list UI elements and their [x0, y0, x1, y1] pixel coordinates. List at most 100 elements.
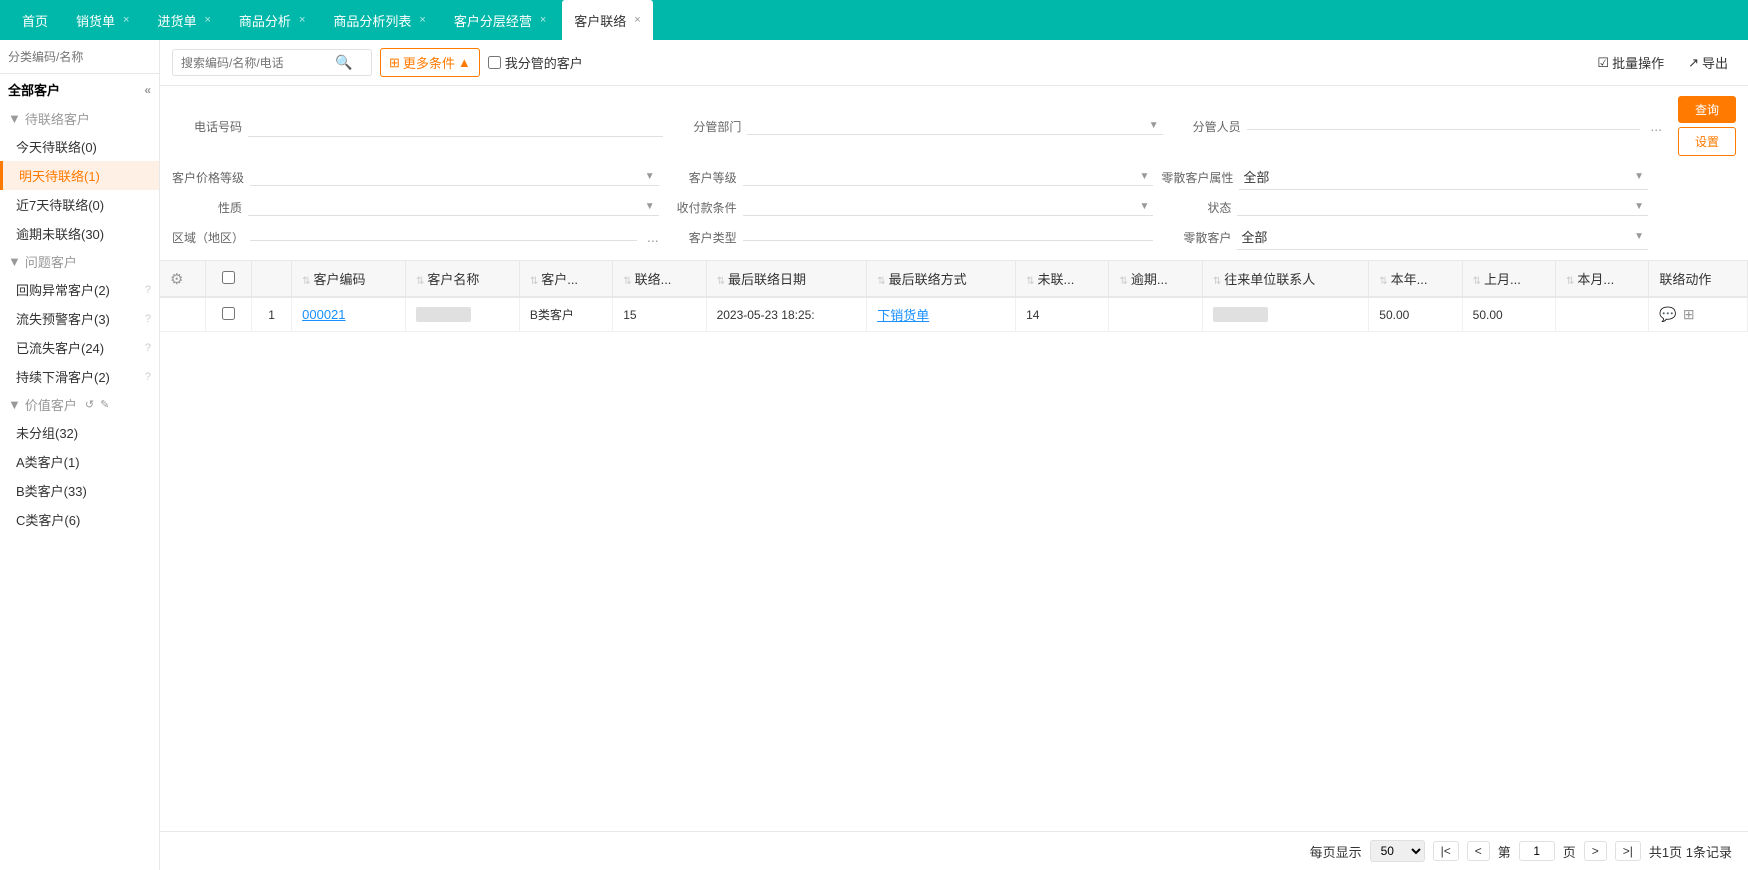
help-icon-2[interactable]: ?	[145, 313, 151, 325]
sidebar-all-customers[interactable]: 全部客户 «	[0, 74, 159, 105]
row-checkbox[interactable]	[222, 307, 235, 320]
comment-action-icon[interactable]: 💬	[1659, 306, 1676, 323]
more-filter-button[interactable]: ⊞ 更多条件 ▲	[380, 48, 480, 77]
my-customer-checkbox-container[interactable]: 我分管的客户	[488, 53, 583, 72]
nav-home[interactable]: 首页	[10, 0, 60, 40]
per-page-select[interactable]: 50 100 200	[1370, 840, 1425, 862]
my-customer-checkbox[interactable]	[488, 56, 501, 69]
sidebar-item-churn-warning[interactable]: 流失预警客户(3) ?	[0, 304, 159, 333]
sidebar-item-today-pending[interactable]: 今天待联络(0)	[0, 132, 159, 161]
export-button[interactable]: ↗ 导出	[1680, 49, 1736, 76]
nature-select[interactable]: ▼	[248, 198, 659, 216]
filter-cell-customer-type: 客户类型	[667, 229, 1154, 246]
col-name-header[interactable]: 客户名称	[405, 261, 519, 297]
col-checkbox-header[interactable]	[206, 261, 252, 297]
more-action-icon[interactable]: ⊞	[1683, 306, 1695, 323]
col-unit-contact-header[interactable]: 往来单位联系人	[1202, 261, 1368, 297]
sidebar-search-input[interactable]	[8, 50, 160, 64]
status-select[interactable]: ▼	[1237, 198, 1648, 216]
refresh-icon[interactable]: ↺	[85, 398, 94, 411]
nav-customer-segmentation-close[interactable]: ×	[540, 14, 546, 26]
sidebar-item-churned[interactable]: 已流失客户(24) ?	[0, 333, 159, 362]
help-icon-3[interactable]: ?	[145, 342, 151, 354]
prev-page-button[interactable]: <	[1467, 841, 1490, 861]
retail-customer-select[interactable]: 全部 ▼	[1237, 224, 1648, 250]
nav-product-analysis-list-close[interactable]: ×	[419, 14, 425, 26]
sidebar-item-ungrouped[interactable]: 未分组(32)	[0, 418, 159, 447]
col-code-header[interactable]: 客户编码	[292, 261, 406, 297]
col-overdue-header[interactable]: 逾期...	[1109, 261, 1202, 297]
manager-select[interactable]	[1247, 123, 1641, 130]
setting-button[interactable]: 设置	[1678, 127, 1736, 156]
nav-purchase[interactable]: 进货单 ×	[145, 0, 222, 40]
dept-arrow-icon: ▼	[1149, 120, 1159, 131]
manager-dots[interactable]: ...	[1650, 118, 1662, 134]
sidebar-item-overdue-pending[interactable]: 逾期未联络(30)	[0, 219, 159, 248]
payment-label: 收付款条件	[667, 199, 737, 216]
col-contact-header[interactable]: 联络...	[613, 261, 706, 297]
nav-customer-contact-close[interactable]: ×	[634, 14, 640, 26]
region-select[interactable]	[250, 234, 637, 241]
cell-last-contact-method[interactable]: 下销货单	[867, 297, 1016, 332]
sidebar-item-abnormal-repurchase[interactable]: 回购异常客户(2) ?	[0, 275, 159, 304]
col-last-contact-date-header[interactable]: 最后联络日期	[706, 261, 867, 297]
filter-row-2: 客户价格等级 ▼ 客户等级 ▼ 零散客户属性 全部	[172, 164, 1736, 190]
nav-sales-close[interactable]: ×	[123, 14, 129, 26]
phone-input[interactable]	[248, 116, 663, 137]
filter-cell-customer-level: 客户等级 ▼	[667, 168, 1154, 186]
retail-attr-label: 零散客户属性	[1161, 169, 1233, 186]
col-uncontacted-header[interactable]: 未联...	[1016, 261, 1109, 297]
cell-code[interactable]: 000021	[292, 297, 406, 332]
col-last-month-header[interactable]: 上月...	[1462, 261, 1555, 297]
cell-contact: 15	[613, 297, 706, 332]
col-type-header[interactable]: 客户...	[519, 261, 612, 297]
dept-label: 分管部门	[671, 118, 741, 135]
sidebar-group-problem[interactable]: ▼ 问题客户	[0, 248, 159, 275]
nav-product-analysis-close[interactable]: ×	[299, 14, 305, 26]
nav-customer-segmentation[interactable]: 客户分层经营 ×	[442, 0, 558, 40]
region-dots[interactable]: ...	[647, 229, 659, 245]
gear-icon[interactable]: ⚙	[170, 271, 183, 288]
col-gear[interactable]: ⚙	[160, 261, 206, 297]
col-this-month-header[interactable]: 本月...	[1556, 261, 1649, 297]
sidebar-item-week-pending[interactable]: 近7天待联络(0)	[0, 190, 159, 219]
sidebar-item-declining[interactable]: 持续下滑客户(2) ?	[0, 362, 159, 391]
dept-select[interactable]: ▼	[747, 117, 1162, 135]
query-button[interactable]: 查询	[1678, 96, 1736, 123]
nav-purchase-close[interactable]: ×	[204, 14, 210, 26]
cell-overdue	[1109, 297, 1202, 332]
group-arrow-problem-icon: ▼	[8, 254, 21, 269]
cell-checkbox[interactable]	[206, 297, 252, 332]
sidebar-group-pending[interactable]: ▼ 待联络客户	[0, 105, 159, 132]
sidebar-item-class-b[interactable]: B类客户(33)	[0, 476, 159, 505]
sidebar-item-tomorrow-pending[interactable]: 明天待联络(1)	[0, 161, 159, 190]
nav-product-analysis[interactable]: 商品分析 ×	[227, 0, 317, 40]
search-input[interactable]	[181, 56, 331, 70]
col-this-year-header[interactable]: 本年...	[1369, 261, 1462, 297]
edit-icon[interactable]: ✎	[100, 398, 109, 411]
sidebar-item-class-a[interactable]: A类客户(1)	[0, 447, 159, 476]
customer-type-select[interactable]	[743, 234, 1154, 241]
customer-level-select[interactable]: ▼	[743, 168, 1154, 186]
first-page-button[interactable]: |<	[1433, 841, 1459, 861]
sidebar-group-value[interactable]: ▼ 价值客户 ↺ ✎	[0, 391, 159, 418]
nav-customer-contact[interactable]: 客户联络 ×	[562, 0, 652, 40]
nav-sales[interactable]: 销货单 ×	[64, 0, 141, 40]
page-number-input[interactable]	[1519, 841, 1555, 861]
last-page-button[interactable]: >|	[1615, 841, 1641, 861]
col-last-contact-method-header[interactable]: 最后联络方式	[867, 261, 1016, 297]
next-page-button[interactable]: >	[1584, 841, 1607, 861]
help-icon-1[interactable]: ?	[145, 284, 151, 296]
retail-attr-select[interactable]: 全部 ▼	[1239, 164, 1648, 190]
help-icon-4[interactable]: ?	[145, 371, 151, 383]
group-arrow-value-icon: ▼	[8, 397, 21, 412]
col-no-header	[252, 261, 292, 297]
sidebar-item-class-c[interactable]: C类客户(6)	[0, 505, 159, 534]
nav-product-analysis-list[interactable]: 商品分析列表 ×	[321, 0, 437, 40]
batch-operation-button[interactable]: ☑ 批量操作	[1589, 49, 1672, 76]
payment-select[interactable]: ▼	[743, 198, 1154, 216]
select-all-checkbox[interactable]	[222, 271, 235, 284]
search-button[interactable]: 🔍	[335, 54, 352, 71]
price-level-select[interactable]: ▼	[250, 168, 659, 186]
filter-bar: 🔍 ⊞ 更多条件 ▲ 我分管的客户 ☑ 批量操作 ↗ 导出	[160, 40, 1748, 86]
